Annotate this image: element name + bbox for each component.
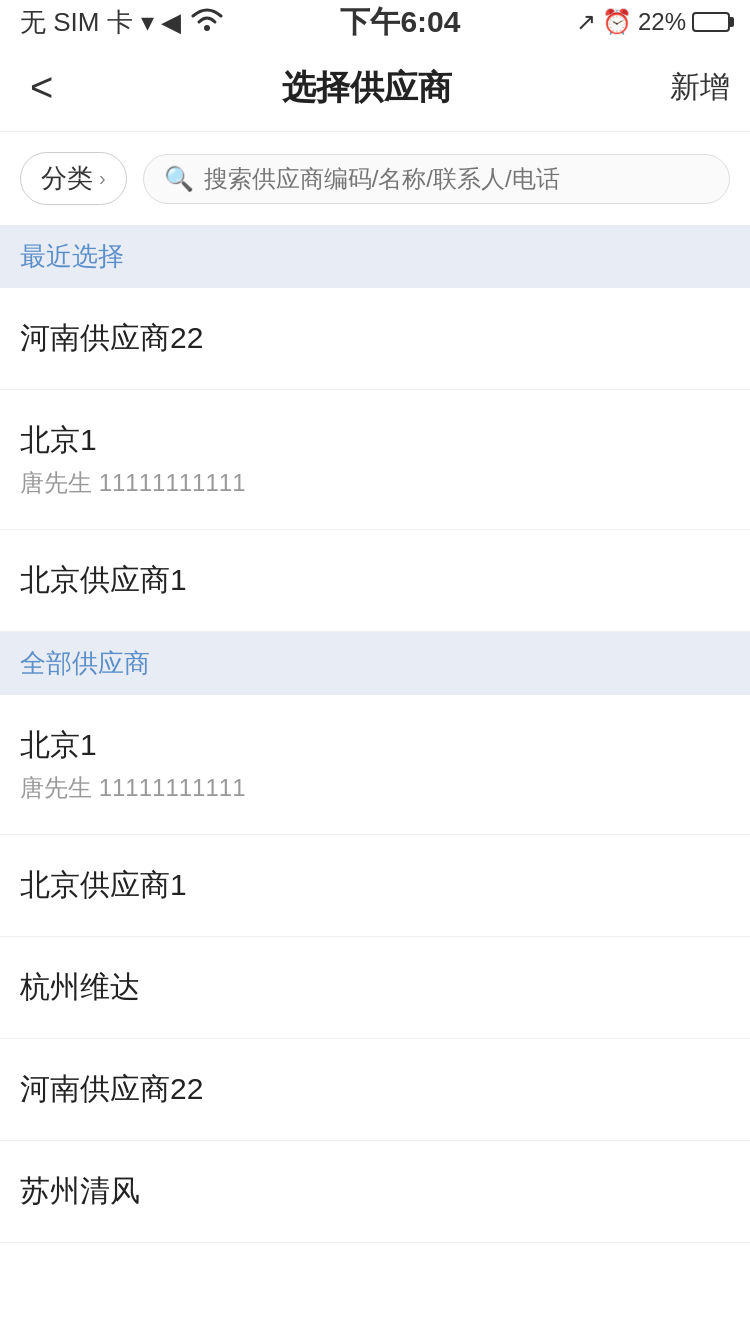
list-item[interactable]: 北京供应商1 — [0, 835, 750, 937]
list-item-name: 北京1 — [20, 420, 730, 461]
search-box[interactable]: 🔍 — [143, 154, 730, 204]
svg-point-0 — [204, 25, 210, 31]
category-button[interactable]: 分类 › — [20, 152, 127, 205]
nav-bar: < 选择供应商 新增 — [0, 44, 750, 132]
chevron-right-icon: › — [99, 167, 106, 190]
status-bar-left: 无 SIM 卡 ▾ ◀ — [20, 5, 225, 40]
list-item-name: 北京供应商1 — [20, 865, 730, 906]
list-item[interactable]: 北京1 唐先生 11111111111 — [0, 695, 750, 835]
list-item-name: 北京1 — [20, 725, 730, 766]
search-icon: 🔍 — [164, 165, 194, 193]
status-bar: 无 SIM 卡 ▾ ◀ 下午6:04 ↗ ⏰ 22% — [0, 0, 750, 44]
list-item-sub: 唐先生 11111111111 — [20, 467, 730, 499]
recent-section-header: 最近选择 — [0, 225, 750, 288]
page-title: 选择供应商 — [282, 65, 452, 111]
all-section-header: 全部供应商 — [0, 632, 750, 695]
list-item-name: 杭州维达 — [20, 967, 730, 1008]
wifi-icon: ▾ ◀ — [141, 7, 181, 38]
list-item-name: 北京供应商1 — [20, 560, 730, 601]
list-item-name: 苏州清风 — [20, 1171, 730, 1212]
sim-text: 无 SIM 卡 — [20, 5, 133, 40]
battery-percent: 22% — [638, 8, 686, 36]
list-item[interactable]: 北京1 唐先生 11111111111 — [0, 390, 750, 530]
list-item[interactable]: 北京供应商1 — [0, 530, 750, 632]
back-button[interactable]: < — [20, 55, 63, 120]
all-list: 北京1 唐先生 11111111111 北京供应商1 杭州维达河南供应商22 苏州清风 — [0, 695, 750, 1243]
list-item[interactable]: 杭州维达 — [0, 937, 750, 1039]
status-bar-right: ↗ ⏰ 22% — [576, 8, 730, 36]
list-item[interactable]: 河南供应商22 — [0, 288, 750, 390]
list-item-sub: 唐先生 11111111111 — [20, 772, 730, 804]
recent-list: 河南供应商22 北京1 唐先生 11111111111 北京供应商1 — [0, 288, 750, 632]
category-label: 分类 — [41, 161, 93, 196]
search-input[interactable] — [204, 165, 709, 193]
filter-bar: 分类 › 🔍 — [0, 132, 750, 225]
list-item[interactable]: 苏州清风 — [0, 1141, 750, 1243]
alarm-icon: ⏰ — [602, 8, 632, 36]
list-item[interactable]: 河南供应商22 — [0, 1039, 750, 1141]
new-action-button[interactable]: 新增 — [670, 67, 730, 108]
location-icon: ↗ — [576, 8, 596, 36]
battery-icon — [692, 12, 730, 32]
status-bar-time: 下午6:04 — [340, 2, 460, 43]
wifi-signal-icon — [189, 6, 225, 39]
list-item-name: 河南供应商22 — [20, 1069, 730, 1110]
list-item-name: 河南供应商22 — [20, 318, 730, 359]
